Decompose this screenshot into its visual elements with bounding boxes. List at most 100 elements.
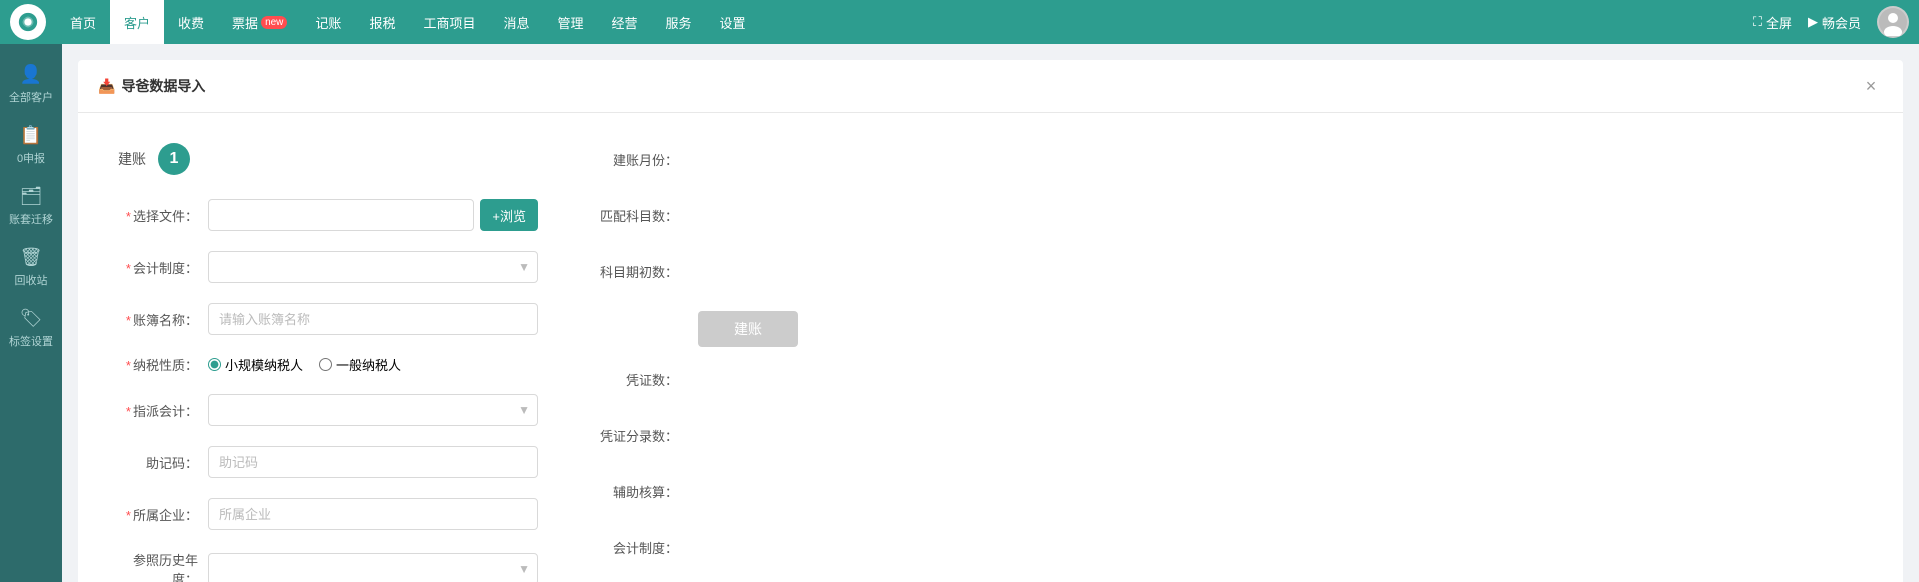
accountant-row: 指派会计： ▼ [118,394,538,426]
accounting-system-wrap: ▼ [208,251,538,283]
ledger-name-label: 账簿名称： [118,310,208,329]
browse-button[interactable]: +浏览 [480,199,538,231]
sidebar-item-all-customers[interactable]: 👤 全部客户 [0,54,62,115]
nav-item-accounting[interactable]: 记账 [301,0,355,44]
dialog-container: 📥 导爸数据导入 × 建账 1 选择文件： [78,60,1903,582]
owned-company-label: 所属企业： [118,505,208,524]
accounting-system-select[interactable] [208,251,538,283]
tax-general-label: 一般纳税人 [336,355,401,374]
memo-code-input[interactable] [208,446,538,478]
subject-initial-row: 科目期初数： [598,255,898,287]
close-button[interactable]: × [1859,74,1883,98]
memo-code-label: 助记码： [118,453,208,472]
build-btn-wrap: 建账 [598,311,898,347]
nav-item-invoice[interactable]: 票据 new [218,0,301,44]
voucher-entries-row: 凭证分录数： [598,419,898,451]
dialog-title-icon: 📥 [98,78,115,95]
right-accounting-system-row: 会计制度： [598,531,898,563]
sidebar-item-recycle[interactable]: 🗑 回收站 [0,237,62,298]
build-month-label: 建账月份： [598,150,688,169]
ref-year-row: 参照历史年度： ▼ [118,550,538,582]
nav-item-message[interactable]: 消息 [489,0,543,44]
tax-small-label: 小规模纳税人 [225,355,303,374]
nav-item-fee[interactable]: 收费 [164,0,218,44]
sidebar-item-label: 回收站 [15,272,48,288]
nav-items: 首页 客户 收费 票据 new 记账 报税 工商项目 消息 管理 经营 服务 设… [56,0,1753,44]
dialog-body: 建账 1 选择文件： +浏览 [78,113,1903,582]
member-icon: ▶ [1808,14,1818,30]
accountant-label: 指派会计： [118,401,208,420]
tax-type-group: 小规模纳税人 一般纳税人 [208,355,538,374]
sidebar-item-label: 0申报 [17,150,45,166]
sidebar-item-tag-settings[interactable]: 🏷 标签设置 [0,298,62,359]
accountant-select[interactable] [208,394,538,426]
match-subject-label: 匹配科目数： [598,206,688,225]
voucher-entries-label: 凭证分录数： [598,426,688,445]
form-right: 建账月份： 匹配科目数： 科目期初数： 建账 [598,143,898,582]
top-nav: 首页 客户 收费 票据 new 记账 报税 工商项目 消息 管理 经营 服务 设… [0,0,1919,44]
fullscreen-btn[interactable]: ⛶ 全屏 [1753,13,1792,32]
avatar[interactable] [1877,6,1909,38]
nav-item-customer[interactable]: 客户 [110,0,164,44]
aux-calc-label: 辅助核算： [598,482,688,501]
file-select-row: 选择文件： +浏览 [118,199,538,231]
ledger-name-row: 账簿名称： [118,303,538,335]
tax-small-input[interactable] [208,358,221,371]
tax-type-row: 纳税性质： 小规模纳税人 一般纳税人 [118,355,538,374]
sidebar-item-label: 账套迁移 [9,211,53,227]
voucher-count-label: 凭证数： [598,370,688,389]
all-customers-icon: 👤 [20,64,42,85]
tax-small-radio[interactable]: 小规模纳税人 [208,355,303,374]
nav-item-business[interactable]: 工商项目 [409,0,489,44]
aux-calc-row: 辅助核算： [598,475,898,507]
sidebar: 👤 全部客户 📋 0申报 🗂 账套迁移 🗑 回收站 🏷 标签设置 [0,44,62,582]
form-left: 建账 1 选择文件： +浏览 [118,143,538,582]
file-input[interactable] [208,199,474,231]
build-month-row: 建账月份： [598,143,898,175]
accounting-system-row: 会计制度： ▼ [118,251,538,283]
subject-initial-label: 科目期初数： [598,262,688,281]
nav-item-settings[interactable]: 设置 [706,0,760,44]
member-label: 畅会员 [1822,13,1861,32]
memo-code-row: 助记码： [118,446,538,478]
declaration-icon: 📋 [20,125,42,146]
tax-general-input[interactable] [319,358,332,371]
nav-item-manage[interactable]: 管理 [543,0,597,44]
logo[interactable] [10,4,46,40]
tax-type-label: 纳税性质： [118,355,208,374]
dialog-title: 📥 导爸数据导入 [98,76,205,96]
new-badge: new [261,16,287,29]
owned-company-row: 所属企业： [118,498,538,530]
nav-right: ⛶ 全屏 ▶ 畅会员 [1753,6,1909,38]
owned-company-input[interactable] [208,498,538,530]
content-area: 📥 导爸数据导入 × 建账 1 选择文件： [62,44,1919,582]
file-label: 选择文件： [118,206,208,225]
sidebar-item-declaration[interactable]: 📋 0申报 [0,115,62,176]
step-header: 建账 1 [118,143,538,175]
ref-year-label: 参照历史年度： [118,550,208,582]
build-button[interactable]: 建账 [698,311,798,347]
main-layout: 👤 全部客户 📋 0申报 🗂 账套迁移 🗑 回收站 🏷 标签设置 📥 导爸数据导… [0,44,1919,582]
tax-general-radio[interactable]: 一般纳税人 [319,355,401,374]
ledger-name-input[interactable] [208,303,538,335]
ref-year-wrap: ▼ [208,553,538,582]
ref-year-select[interactable] [208,553,538,582]
right-accounting-system-label: 会计制度： [598,538,688,557]
migration-icon: 🗂 [20,186,43,207]
tag-icon: 🏷 [20,308,43,329]
nav-item-home[interactable]: 首页 [56,0,110,44]
dialog-header: 📥 导爸数据导入 × [78,60,1903,113]
nav-item-service[interactable]: 服务 [652,0,706,44]
file-input-wrap: +浏览 [208,199,538,231]
sidebar-item-migration[interactable]: 🗂 账套迁移 [0,176,62,237]
recycle-icon: 🗑 [20,247,43,268]
step-circle: 1 [158,143,190,175]
nav-item-tax[interactable]: 报税 [355,0,409,44]
voucher-count-row: 凭证数： [598,363,898,395]
accountant-wrap: ▼ [208,394,538,426]
member-btn[interactable]: ▶ 畅会员 [1808,13,1861,32]
accounting-system-label: 会计制度： [118,258,208,277]
match-subject-row: 匹配科目数： [598,199,898,231]
nav-item-operation[interactable]: 经营 [598,0,652,44]
sidebar-item-label: 全部客户 [9,89,53,105]
